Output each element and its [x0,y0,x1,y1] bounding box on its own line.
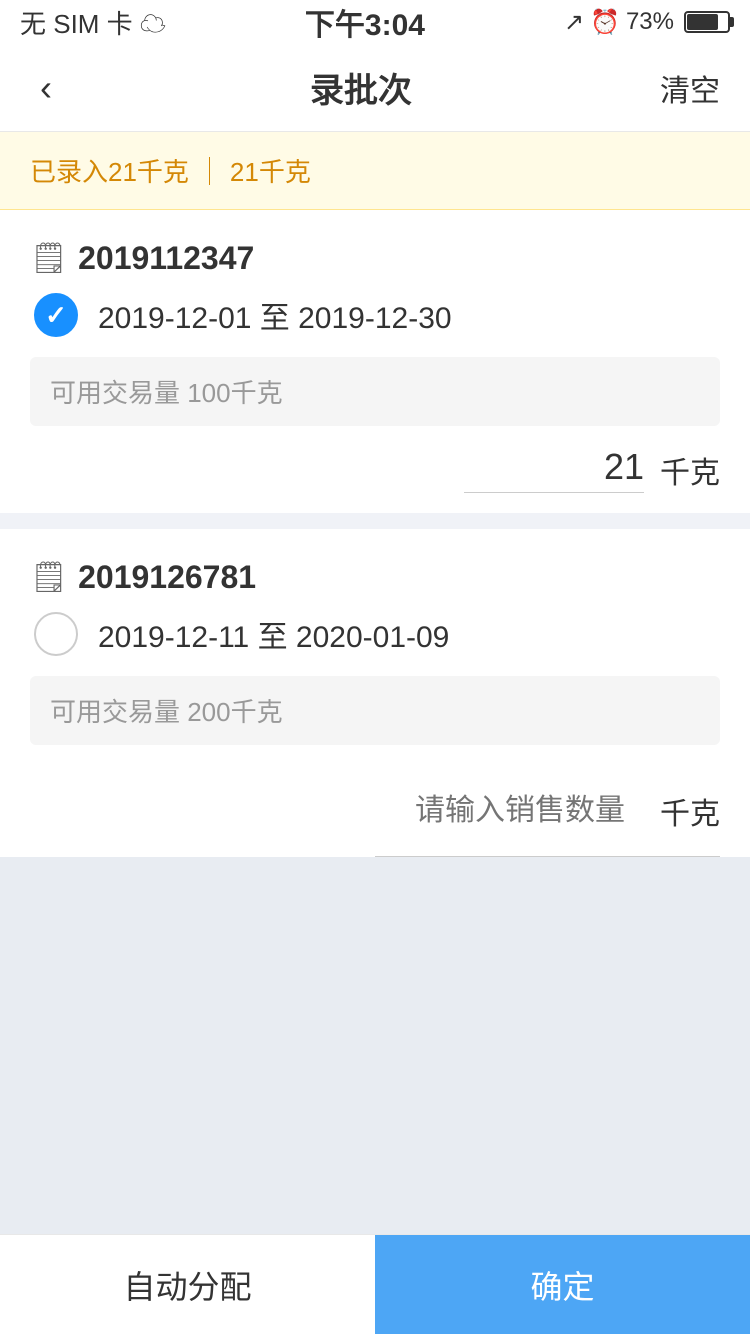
status-left: 无 SIM 卡 ☁ [20,4,166,41]
info-banner: 已录入21千克 21千克 [0,132,750,210]
confirm-button[interactable]: 确定 [375,1235,750,1334]
auto-distribute-button[interactable]: 自动分配 [0,1235,375,1334]
batch2-quantity-row[interactable]: 千克 [0,765,750,857]
batch1-qty-input-wrapper[interactable]: 21 [464,446,644,493]
recorded-label: 已录入21千克 [30,152,189,189]
recorded-value: 21千克 [230,152,311,189]
batch1-radio[interactable] [34,293,78,337]
spacer-area [0,857,750,1297]
alarm-icon: ⏰ [590,8,620,37]
bottom-bar: 自动分配 确定 [0,1234,750,1334]
batch1-date: 2019-12-01 至 2019-12-30 [98,293,452,337]
page-title: 录批次 [310,63,412,112]
batch1-doc-icon: 🗒 [30,241,68,276]
nav-bar: ‹ 录批次 清空 [0,44,750,132]
clear-button[interactable]: 清空 [660,66,720,110]
batch-card-2: 🗒 2019126781 2019-12-11 至 2020-01-09 可用交… [0,529,750,857]
back-button[interactable]: ‹ [30,57,62,119]
batch2-radio[interactable] [34,612,78,656]
batch1-qty-underline [464,492,644,493]
batch1-id: 2019112347 [78,240,254,277]
status-time: 下午3:04 [305,0,425,44]
batch2-id-row: 🗒 2019126781 [30,559,720,596]
location-icon: ↗ [564,8,584,37]
batch1-quantity-row: 21 千克 [0,446,750,513]
batch2-avail: 可用交易量 200千克 [30,676,720,745]
batch2-date-row[interactable]: 2019-12-11 至 2020-01-09 [30,612,720,656]
section-divider [0,513,750,529]
battery-percent: 73% [626,8,674,36]
batch2-date: 2019-12-11 至 2020-01-09 [98,612,449,656]
batch1-unit: 千克 [660,448,720,492]
status-right: ↗ ⏰ 73% [564,8,730,37]
batch2-input-underline [375,856,720,857]
batch1-id-row: 🗒 2019112347 [30,240,720,277]
sim-label: 无 SIM 卡 ☁ [20,4,166,41]
batch2-id: 2019126781 [78,559,256,596]
batch2-doc-icon: 🗒 [30,560,68,595]
status-bar: 无 SIM 卡 ☁ 下午3:04 ↗ ⏰ 73% [0,0,750,44]
batch2-unit: 千克 [660,789,720,833]
batch2-qty-input[interactable] [340,794,640,828]
batch1-avail-text: 可用交易量 100千克 [50,378,283,408]
batch1-qty-value: 21 [604,446,644,488]
batch-card-1: 🗒 2019112347 2019-12-01 至 2019-12-30 可用交… [0,210,750,513]
batch2-avail-text: 可用交易量 200千克 [50,697,283,727]
banner-divider [209,157,210,185]
batch1-avail: 可用交易量 100千克 [30,357,720,426]
battery-icon [684,11,730,33]
batch1-date-row[interactable]: 2019-12-01 至 2019-12-30 [30,293,720,337]
